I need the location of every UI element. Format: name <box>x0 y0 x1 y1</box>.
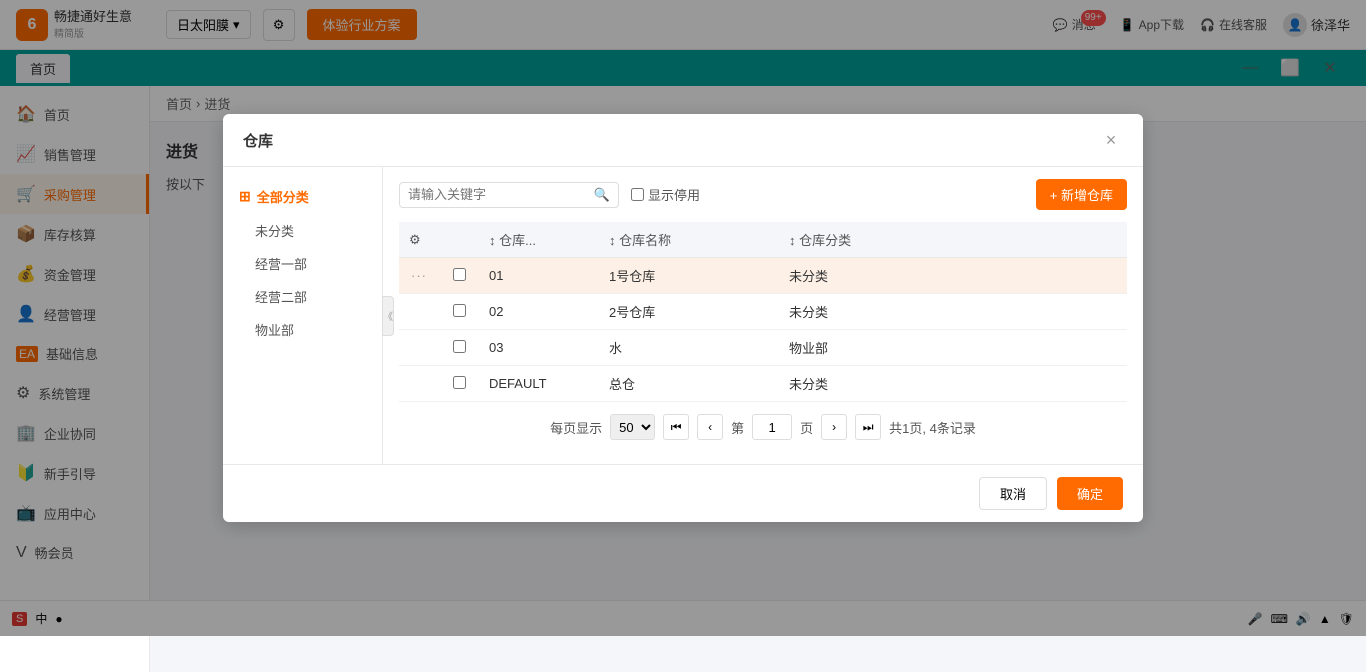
row-check-cell[interactable] <box>439 366 479 402</box>
row-check-cell[interactable] <box>439 330 479 366</box>
cat-all[interactable]: ⊞ 全部分类 <box>223 179 382 214</box>
row-name-cell: 水 <box>599 330 779 366</box>
row-actions-dots[interactable]: ··· <box>411 268 427 283</box>
add-warehouse-button[interactable]: + 新增仓库 <box>1036 179 1127 210</box>
first-page-button[interactable]: ⏮ <box>663 414 689 440</box>
search-icon[interactable]: 🔍 <box>594 187 610 203</box>
col-header-category[interactable]: ↕ 仓库分类 <box>779 222 1127 258</box>
row-check-cell[interactable] <box>439 258 479 294</box>
table-row[interactable]: ··· 01 1号仓库 未分类 <box>399 258 1127 294</box>
col-header-check <box>439 222 479 258</box>
cat-ops1[interactable]: 经营一部 <box>223 247 382 280</box>
show-disabled-checkbox[interactable]: 显示停用 <box>631 185 700 204</box>
row-code-cell: 03 <box>479 330 599 366</box>
row-settings-cell[interactable] <box>399 294 439 330</box>
cat-ops2[interactable]: 经营二部 <box>223 280 382 313</box>
table-row[interactable]: 02 2号仓库 未分类 <box>399 294 1127 330</box>
row-code-cell: 02 <box>479 294 599 330</box>
category-collapse-button[interactable]: 《 <box>382 296 394 336</box>
modal-title: 仓库 <box>243 130 273 151</box>
col-header-setting[interactable]: ⚙ <box>399 222 439 258</box>
row-name-cell: 1号仓库 <box>599 258 779 294</box>
search-box[interactable]: 🔍 <box>399 182 619 208</box>
table-wrapper: ⚙ ↕ 仓库... ↕ 仓库名称 <box>399 222 1127 402</box>
row-code-cell: DEFAULT <box>479 366 599 402</box>
row-name-cell: 2号仓库 <box>599 294 779 330</box>
last-page-button[interactable]: ⏭ <box>855 414 881 440</box>
col-header-code[interactable]: ↕ 仓库... <box>479 222 599 258</box>
table-row[interactable]: DEFAULT 总仓 未分类 <box>399 366 1127 402</box>
cat-property[interactable]: 物业部 <box>223 313 382 346</box>
table-toolbar: 🔍 显示停用 + 新增仓库 <box>399 179 1127 210</box>
next-page-button[interactable]: › <box>821 414 847 440</box>
page-number-input[interactable] <box>752 414 792 440</box>
cat-unclassified[interactable]: 未分类 <box>223 214 382 247</box>
prev-page-button[interactable]: ‹ <box>697 414 723 440</box>
modal-footer: 取消 确定 <box>223 464 1143 522</box>
row-checkbox[interactable] <box>453 340 466 353</box>
warehouse-modal: 仓库 × ⊞ 全部分类 未分类 经营一部 经营二部 物业部 《 <box>223 114 1143 522</box>
row-settings-cell[interactable] <box>399 366 439 402</box>
row-category-cell: 物业部 <box>779 330 1127 366</box>
modal-header: 仓库 × <box>223 114 1143 167</box>
category-sidebar: ⊞ 全部分类 未分类 经营一部 经营二部 物业部 《 <box>223 167 383 464</box>
grid-icon: ⊞ <box>239 188 251 205</box>
cancel-button[interactable]: 取消 <box>979 477 1047 510</box>
row-category-cell: 未分类 <box>779 258 1127 294</box>
pagination: 每页显示 50 ⏮ ‹ 第 页 › ⏭ 共1页, 4条记录 <box>399 402 1127 452</box>
row-name-cell: 总仓 <box>599 366 779 402</box>
search-input[interactable] <box>408 187 590 202</box>
sort-icon-name: ↕ <box>609 233 616 248</box>
warehouse-table: ⚙ ↕ 仓库... ↕ 仓库名称 <box>399 222 1127 402</box>
confirm-button[interactable]: 确定 <box>1057 477 1123 510</box>
page-size-select[interactable]: 50 <box>610 414 655 440</box>
modal-body: ⊞ 全部分类 未分类 经营一部 经营二部 物业部 《 � <box>223 167 1143 464</box>
sort-icon-cat: ↕ <box>789 233 796 248</box>
row-category-cell: 未分类 <box>779 294 1127 330</box>
modal-overlay: 仓库 × ⊞ 全部分类 未分类 经营一部 经营二部 物业部 《 <box>0 0 1366 636</box>
row-settings-cell[interactable]: ··· <box>399 258 439 294</box>
row-checkbox[interactable] <box>453 304 466 317</box>
row-checkbox[interactable] <box>453 268 466 281</box>
row-settings-cell[interactable] <box>399 330 439 366</box>
table-area: 🔍 显示停用 + 新增仓库 <box>383 167 1143 464</box>
row-check-cell[interactable] <box>439 294 479 330</box>
row-code-cell: 01 <box>479 258 599 294</box>
col-header-name[interactable]: ↕ 仓库名称 <box>599 222 779 258</box>
modal-close-button[interactable]: × <box>1099 128 1123 152</box>
row-checkbox[interactable] <box>453 376 466 389</box>
table-row[interactable]: 03 水 物业部 <box>399 330 1127 366</box>
table-body: ··· 01 1号仓库 未分类 02 2号仓库 未分类 <box>399 258 1127 402</box>
row-category-cell: 未分类 <box>779 366 1127 402</box>
show-disabled-check[interactable] <box>631 188 644 201</box>
sort-icon: ↕ <box>489 233 496 248</box>
settings-icon: ⚙ <box>409 232 421 247</box>
